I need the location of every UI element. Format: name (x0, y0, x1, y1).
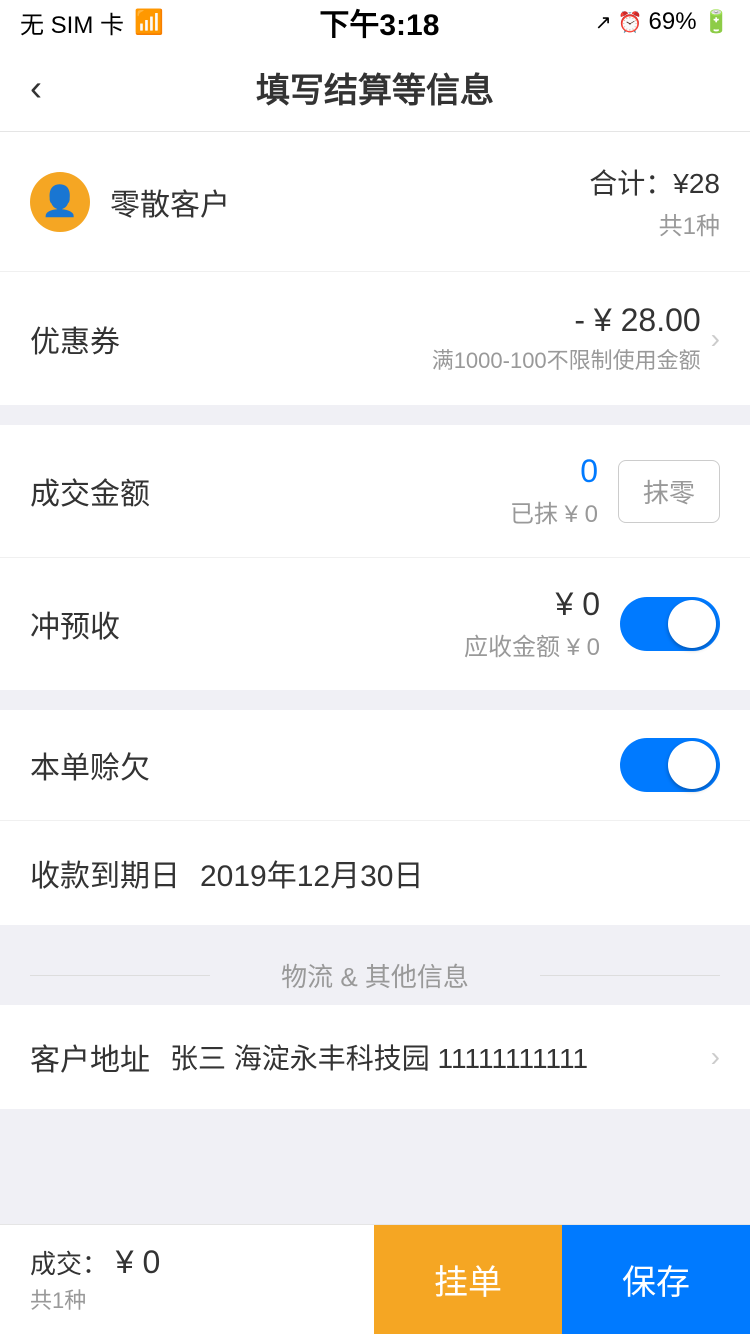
due-date-value: 2019年12月30日 (200, 851, 423, 895)
transaction-value: 0 (510, 453, 598, 490)
location-icon: ↗ (595, 10, 612, 35)
debt-row: 本单赊欠 (0, 710, 750, 821)
logistics-label: 物流 & 其他信息 (281, 957, 469, 994)
chevron-right-icon: › (711, 323, 720, 355)
customer-count: 共1种 (589, 206, 720, 241)
customer-card: 👤 零散客户 合计：¥28 共1种 优惠券 - ¥ 28.00 满1000-10… (0, 132, 750, 405)
back-button[interactable]: ‹ (30, 67, 42, 109)
address-value: 张三 海淀永丰科技园 11111111111 (170, 1037, 711, 1077)
customer-name: 零散客户 (110, 180, 230, 224)
alarm-icon: ⏰ (618, 10, 643, 35)
nav-bar: ‹ 填写结算等信息 (0, 44, 750, 132)
carrier-text: 无 SIM 卡 (20, 5, 124, 40)
prepay-row: 冲预收 ¥ 0 应收金额 ¥ 0 (0, 558, 750, 690)
page-title: 填写结算等信息 (256, 63, 494, 112)
bottom-deal-info: 成交： ¥ 0 共1种 (0, 1244, 374, 1315)
transaction-right: 0 已抹 ¥ 0 抹零 (510, 453, 720, 529)
address-row[interactable]: 客户地址 张三 海淀永丰科技园 11111111111 › (0, 1005, 750, 1109)
debt-right (620, 738, 720, 792)
debt-toggle[interactable] (620, 738, 720, 792)
prepay-toggle[interactable] (620, 597, 720, 651)
debt-toggle-knob (668, 741, 716, 789)
customer-total: 合计：¥28 (589, 162, 720, 202)
customer-avatar: 👤 (30, 172, 90, 232)
customer-info-left: 👤 零散客户 (30, 172, 230, 232)
toggle-knob (668, 600, 716, 648)
debt-card: 本单赊欠 收款到期日 2019年12月30日 (0, 710, 750, 925)
save-button[interactable]: 保存 (562, 1225, 750, 1334)
prepay-sub: 应收金额 ¥ 0 (464, 627, 600, 662)
battery-text: 69% (649, 8, 697, 36)
battery-icon: 🔋 (703, 9, 730, 35)
transaction-row: 成交金额 0 已抹 ¥ 0 抹零 (0, 425, 750, 558)
bottom-deal-value: ¥ 0 (116, 1244, 160, 1280)
coupon-row[interactable]: 优惠券 - ¥ 28.00 满1000-100不限制使用金额 › (0, 271, 750, 405)
coupon-info: - ¥ 28.00 满1000-100不限制使用金额 (432, 302, 701, 375)
status-right: ↗ ⏰ 69% 🔋 (595, 8, 730, 36)
due-date-row: 收款到期日 2019年12月30日 (0, 821, 750, 925)
transaction-label: 成交金额 (30, 469, 150, 513)
transaction-card: 成交金额 0 已抹 ¥ 0 抹零 冲预收 ¥ 0 应收金额 ¥ 0 (0, 425, 750, 690)
transaction-sub: 已抹 ¥ 0 (510, 494, 598, 529)
status-time: 下午3:18 (319, 0, 439, 44)
debt-label: 本单赊欠 (30, 743, 150, 787)
prepay-right: ¥ 0 应收金额 ¥ 0 (464, 586, 720, 662)
due-date-label: 收款到期日 (30, 851, 180, 895)
address-label: 客户地址 (30, 1035, 150, 1079)
status-left: 无 SIM 卡 📶 (20, 5, 164, 40)
address-chevron-icon: › (711, 1041, 720, 1073)
logistics-divider: 物流 & 其他信息 (0, 945, 750, 1005)
content-area: 👤 零散客户 合计：¥28 共1种 优惠券 - ¥ 28.00 满1000-10… (0, 132, 750, 1249)
transaction-value-group: 0 已抹 ¥ 0 (510, 453, 598, 529)
coupon-label: 优惠券 (30, 317, 120, 361)
prepay-amount: ¥ 0 (464, 586, 600, 623)
avatar-icon: 👤 (41, 184, 78, 219)
bottom-bar: 成交： ¥ 0 共1种 挂单 保存 (0, 1224, 750, 1334)
customer-info-right: 合计：¥28 共1种 (589, 162, 720, 241)
hold-button[interactable]: 挂单 (374, 1225, 562, 1334)
customer-row: 👤 零散客户 合计：¥28 共1种 (0, 132, 750, 271)
bottom-deal-label-value: 成交： ¥ 0 (30, 1244, 344, 1281)
bottom-deal-count: 共1种 (30, 1283, 344, 1315)
bottom-deal-label: 成交： (30, 1249, 108, 1279)
prepay-label: 冲预收 (30, 602, 120, 646)
prepay-value-group: ¥ 0 应收金额 ¥ 0 (464, 586, 600, 662)
coupon-amount: - ¥ 28.00 (432, 302, 701, 339)
coupon-desc: 满1000-100不限制使用金额 (432, 343, 701, 375)
status-bar: 无 SIM 卡 📶 下午3:18 ↗ ⏰ 69% 🔋 (0, 0, 750, 44)
wifi-icon: 📶 (134, 8, 164, 37)
round-zero-button[interactable]: 抹零 (618, 460, 720, 523)
coupon-right: - ¥ 28.00 满1000-100不限制使用金额 › (432, 302, 720, 375)
